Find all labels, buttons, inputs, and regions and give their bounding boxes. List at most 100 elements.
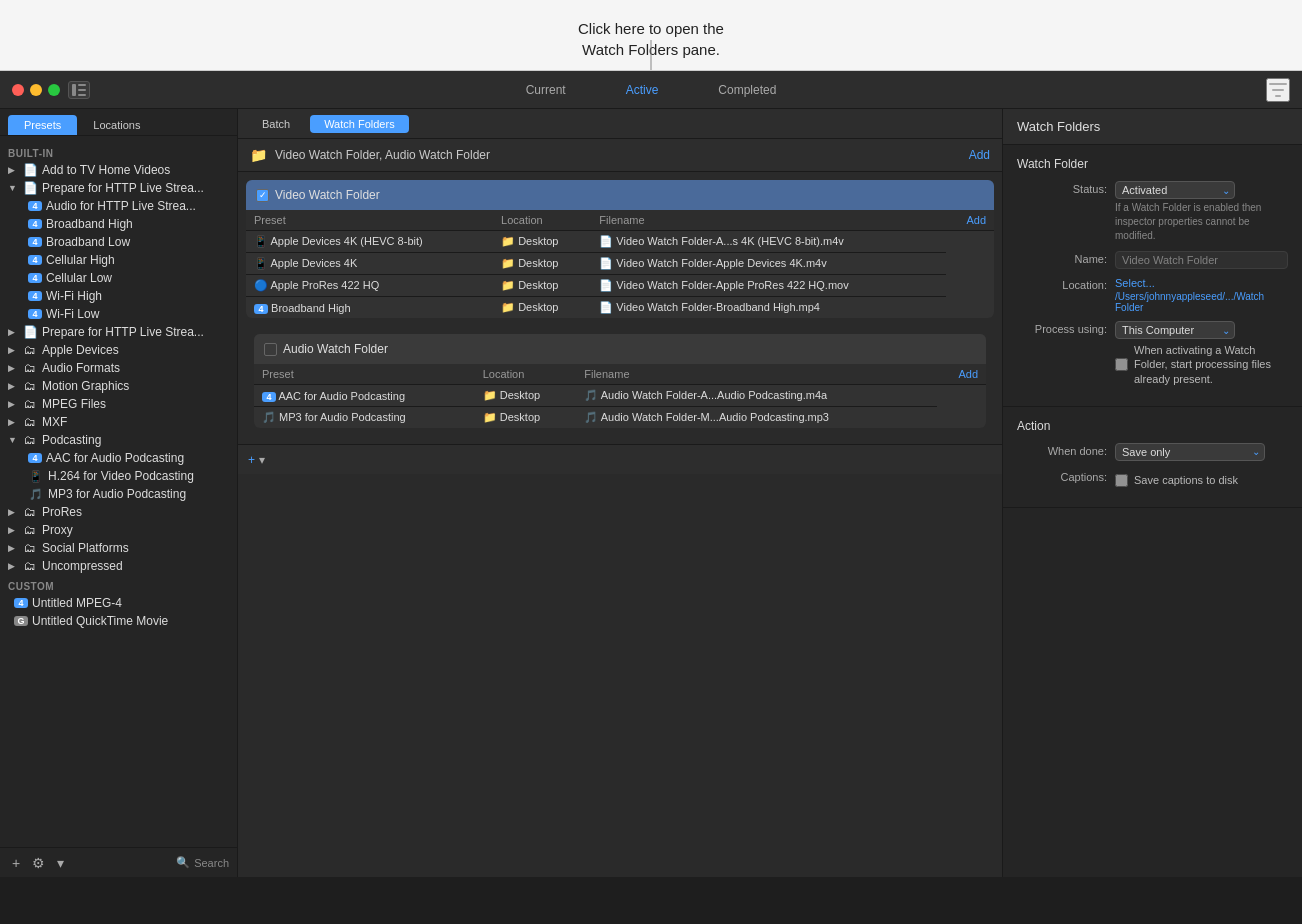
sidebar-item-h264-podcasting[interactable]: 📱 H.264 for Video Podcasting — [0, 467, 237, 485]
location-cell: 📁 Desktop — [475, 407, 577, 429]
preset-col-header: Preset — [254, 364, 475, 385]
svg-rect-0 — [72, 84, 76, 96]
sidebar-item-social-platforms[interactable]: ▶ 🗂 Social Platforms — [0, 539, 237, 557]
sidebar-item-mxf[interactable]: ▶ 🗂 MXF — [0, 413, 237, 431]
search-label: Search — [194, 857, 229, 869]
sidebar-item-cellular-low[interactable]: 4 Cellular Low — [0, 269, 237, 287]
sidebar-item-wifi-low[interactable]: 4 Wi-Fi Low — [0, 305, 237, 323]
tab-active[interactable]: Active — [596, 79, 689, 101]
video-watch-folder-header[interactable]: ✓ Video Watch Folder — [246, 180, 994, 210]
video-watch-folder-section: ✓ Video Watch Folder Preset Location Fil… — [246, 180, 994, 318]
status-helper-text: If a Watch Folder is enabled then inspec… — [1115, 201, 1288, 243]
folder-icon: 📁 — [501, 235, 515, 247]
when-done-row: When done: Save only Delete source ⌄ — [1017, 443, 1288, 461]
item-label: MPEG Files — [42, 397, 106, 411]
audio-folder-checkbox[interactable] — [264, 343, 277, 356]
add-button[interactable]: + — [248, 453, 255, 467]
when-done-select[interactable]: Save only Delete source — [1115, 443, 1265, 461]
add-watch-folder-button[interactable]: Add — [969, 148, 990, 162]
sidebar-item-prepare-http1[interactable]: ▼ 📄 Prepare for HTTP Live Strea... — [0, 179, 237, 197]
audio-watch-folder-header[interactable]: Audio Watch Folder — [254, 334, 986, 364]
name-input[interactable] — [1115, 251, 1288, 269]
sidebar-item-uncompressed[interactable]: ▶ 🗂 Uncompressed — [0, 557, 237, 575]
sidebar-item-wifi-high[interactable]: 4 Wi-Fi High — [0, 287, 237, 305]
sidebar-item-untitled-mpeg4[interactable]: 4 Untitled MPEG-4 — [0, 594, 237, 612]
badge: 4 — [28, 273, 42, 283]
watch-folder-properties: Watch Folder Status: Activated Deactivat… — [1003, 145, 1302, 407]
close-button[interactable] — [12, 84, 24, 96]
chevron-icon: ▶ — [8, 507, 18, 517]
video-folder-title: Video Watch Folder — [275, 188, 380, 202]
item-label: Add to TV Home Videos — [42, 163, 170, 177]
sidebar-item-proxy[interactable]: ▶ 🗂 Proxy — [0, 521, 237, 539]
badge: 4 — [262, 392, 276, 402]
add-preset-col[interactable]: Add — [937, 364, 986, 385]
tooltip-pointer — [651, 40, 652, 70]
filter-button[interactable] — [1266, 78, 1290, 102]
sidebar-item-cellular-high[interactable]: 4 Cellular High — [0, 251, 237, 269]
table-row: 📱 Apple Devices 4K (HEVC 8-bit) 📁 Deskto… — [246, 231, 994, 253]
sidebar-item-aac-podcasting[interactable]: 4 AAC for Audio Podcasting — [0, 449, 237, 467]
sidebar-item-broadband-high[interactable]: 4 Broadband High — [0, 215, 237, 233]
maximize-button[interactable] — [48, 84, 60, 96]
batch-button[interactable]: Batch — [248, 115, 304, 133]
minimize-button[interactable] — [30, 84, 42, 96]
process-select[interactable]: This Computer — [1115, 321, 1235, 339]
tab-presets[interactable]: Presets — [8, 115, 77, 135]
sidebar-item-podcasting[interactable]: ▼ 🗂 Podcasting — [0, 431, 237, 449]
chevron-icon: ▾ — [259, 453, 265, 467]
item-label: Wi-Fi Low — [46, 307, 99, 321]
chevron-down-button[interactable]: ▾ — [53, 855, 68, 871]
sidebar-item-mp3-podcasting[interactable]: 🎵 MP3 for Audio Podcasting — [0, 485, 237, 503]
folder-icon: 📁 — [483, 389, 497, 401]
location-cell: 📁 Desktop — [493, 231, 591, 253]
sidebar-toggle-button[interactable] — [68, 81, 90, 99]
file-icon: 📄 — [22, 163, 38, 177]
file-icon: 📄 — [599, 279, 613, 291]
sidebar-item-audio-formats[interactable]: ▶ 🗂 Audio Formats — [0, 359, 237, 377]
sidebar-item-mpeg-files[interactable]: ▶ 🗂 MPEG Files — [0, 395, 237, 413]
filename-cell: 📄 Video Watch Folder-Apple ProRes 422 HQ… — [591, 275, 946, 297]
tab-current[interactable]: Current — [496, 79, 596, 101]
section-custom: CUSTOM — [0, 575, 237, 594]
settings-button[interactable]: ⚙ — [28, 855, 49, 871]
location-value-area: Select... /Users/johnnyappleseed/.../Wat… — [1115, 277, 1288, 313]
captions-checkbox[interactable] — [1115, 474, 1128, 487]
tab-completed[interactable]: Completed — [688, 79, 806, 101]
audio-folder-title: Audio Watch Folder — [283, 342, 388, 356]
folder-icon: 🗂 — [22, 361, 38, 375]
name-row: Name: — [1017, 251, 1288, 269]
tab-locations[interactable]: Locations — [77, 115, 156, 135]
preset-cell: 🔵 Apple ProRes 422 HQ — [246, 275, 493, 297]
folder-icon: 🗂 — [22, 523, 38, 537]
sidebar-item-untitled-quicktime[interactable]: G Untitled QuickTime Movie — [0, 612, 237, 630]
svg-rect-4 — [1269, 83, 1287, 85]
preset-cell: 🎵 MP3 for Audio Podcasting — [254, 407, 475, 429]
activating-label: When activating a Watch Folder, start pr… — [1134, 343, 1288, 386]
status-select[interactable]: Activated Deactivated — [1115, 181, 1235, 199]
chevron-icon: ▶ — [8, 525, 18, 535]
activating-checkbox-row: When activating a Watch Folder, start pr… — [1115, 343, 1288, 386]
when-done-value-area: Save only Delete source ⌄ — [1115, 443, 1288, 461]
item-label: Cellular Low — [46, 271, 112, 285]
sidebar-item-add-tv[interactable]: ▶ 📄 Add to TV Home Videos — [0, 161, 237, 179]
audio-file-icon: 🎵 — [584, 389, 598, 401]
item-label: Cellular High — [46, 253, 115, 267]
sidebar-item-broadband-low[interactable]: 4 Broadband Low — [0, 233, 237, 251]
folder-icon: 📁 — [501, 257, 515, 269]
sidebar-item-apple-devices[interactable]: ▶ 🗂 Apple Devices — [0, 341, 237, 359]
audio-watch-folder-section: Audio Watch Folder Preset Location Filen… — [246, 326, 994, 436]
video-folder-checkbox[interactable]: ✓ — [256, 189, 269, 202]
add-preset-button[interactable]: + — [8, 855, 24, 871]
folder-icon: 🗂 — [22, 379, 38, 393]
sidebar-item-motion-graphics[interactable]: ▶ 🗂 Motion Graphics — [0, 377, 237, 395]
sidebar-item-prepare-http2[interactable]: ▶ 📄 Prepare for HTTP Live Strea... — [0, 323, 237, 341]
prores-icon: 🔵 — [254, 279, 268, 291]
watch-folders-button[interactable]: Watch Folders — [310, 115, 409, 133]
add-preset-col[interactable]: Add — [946, 210, 994, 231]
sidebar-item-prores[interactable]: ▶ 🗂 ProRes — [0, 503, 237, 521]
sidebar-item-audio-http[interactable]: 4 Audio for HTTP Live Strea... — [0, 197, 237, 215]
activating-checkbox[interactable] — [1115, 358, 1128, 371]
titlebar-tabs: Current Active Completed — [496, 79, 807, 101]
location-select-link[interactable]: Select... — [1115, 277, 1155, 289]
